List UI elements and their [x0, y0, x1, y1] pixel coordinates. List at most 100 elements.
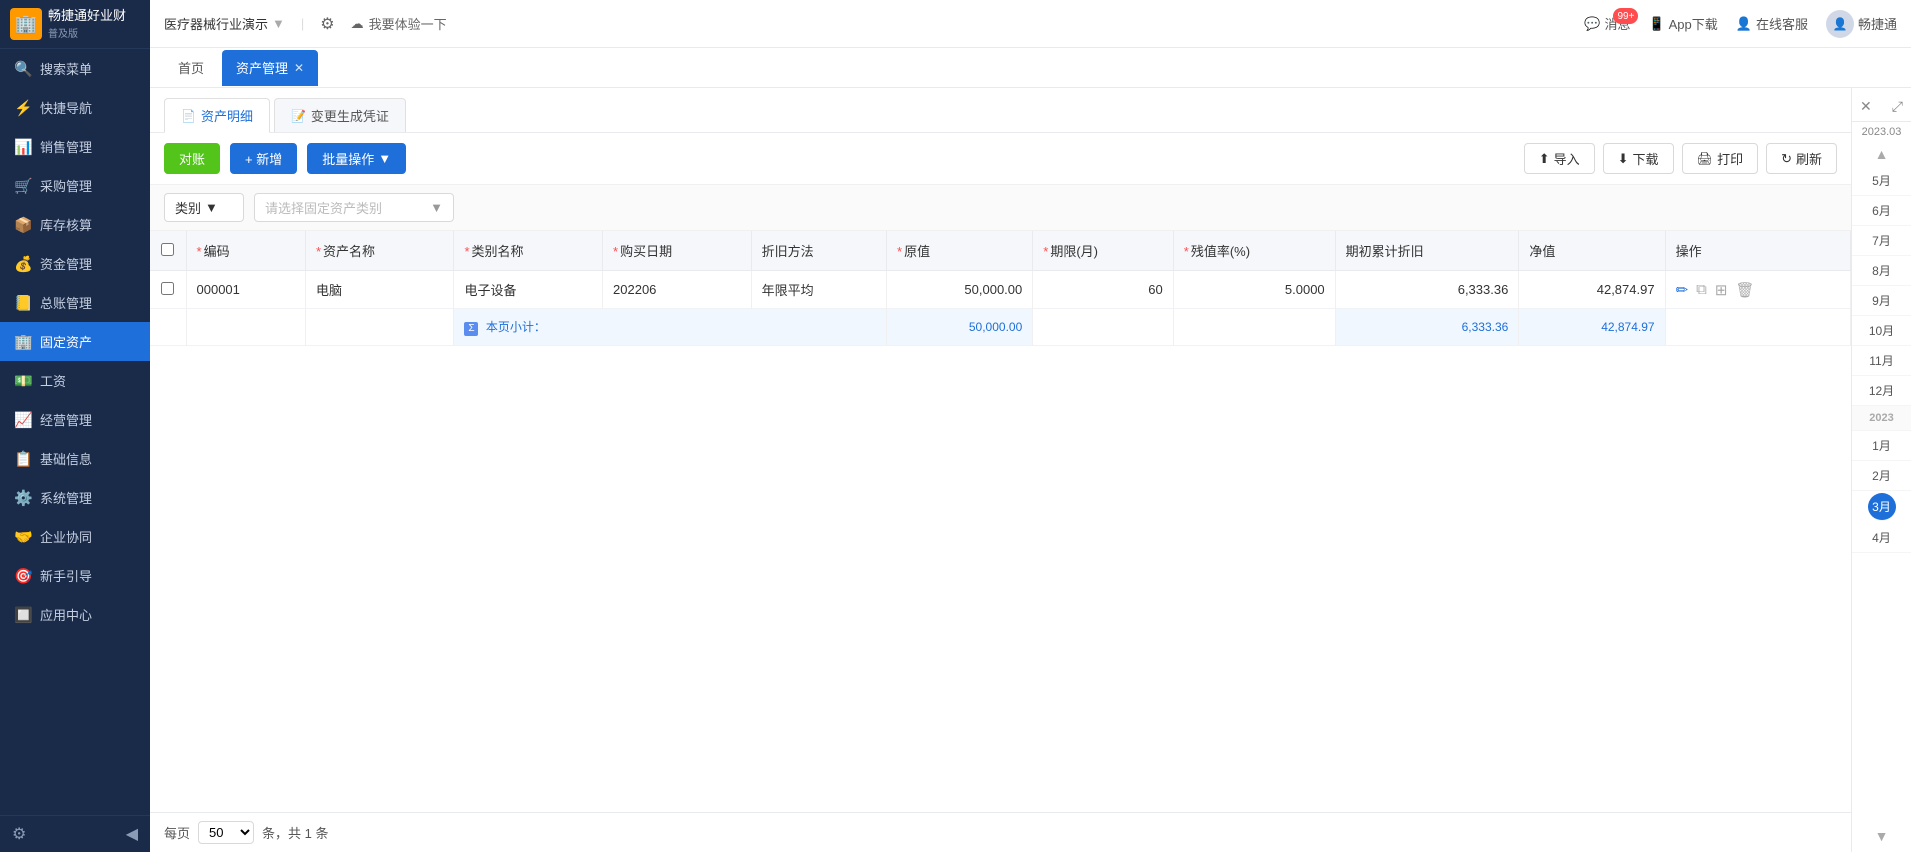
sales-icon: 📊: [14, 138, 32, 156]
page-size-select[interactable]: 50 10 20 100: [198, 821, 254, 844]
sidebar-item-capital[interactable]: 💰 资金管理: [0, 244, 150, 283]
sidebar-item-inventory[interactable]: 📦 库存核算: [0, 205, 150, 244]
delete-icon[interactable]: 🗑: [1735, 281, 1754, 299]
sidebar-item-sales[interactable]: 📊 销售管理: [0, 127, 150, 166]
header-residual-rate: *残值率(%): [1173, 231, 1335, 271]
reconcile-button[interactable]: 对账: [164, 143, 220, 174]
tab-asset-management[interactable]: 资产管理 ✕: [222, 50, 318, 86]
refresh-button[interactable]: ↻ 刷新: [1766, 143, 1837, 174]
month-12[interactable]: 12月: [1852, 376, 1911, 406]
category-label-selector[interactable]: 类别 ▼: [164, 193, 244, 222]
month-1[interactable]: 1月: [1852, 431, 1911, 461]
change-voucher-icon: 📝: [291, 109, 306, 123]
sidebar-logo: 🏢 畅捷通好业财 普及版: [0, 0, 150, 49]
nav-down-icon[interactable]: ▼: [1875, 828, 1889, 844]
sub-tab-asset-detail[interactable]: 📄 资产明细: [164, 98, 270, 133]
settings-button[interactable]: ⚙: [12, 824, 26, 844]
tab-home[interactable]: 首页: [164, 50, 218, 86]
edit-icon[interactable]: ✏: [1676, 281, 1689, 299]
header-purchase-date: *购买日期: [603, 231, 752, 271]
month-4[interactable]: 4月: [1852, 523, 1911, 553]
category-value-selector[interactable]: 请选择固定资产类别 ▼: [254, 193, 454, 222]
import-button[interactable]: ⬆ 导入: [1524, 143, 1595, 174]
app-download-button[interactable]: 📱 App下载: [1648, 14, 1717, 33]
sidebar-item-operations[interactable]: 📈 经营管理: [0, 400, 150, 439]
cell-residual-rate: 5.0000: [1173, 271, 1335, 309]
month-3-current[interactable]: 3月: [1868, 493, 1896, 521]
header-period: *期限(月): [1033, 231, 1173, 271]
subtotal-label-cell: Σ 本页小计：: [454, 309, 887, 346]
year-2023-marker: 2023: [1852, 406, 1911, 431]
table-container[interactable]: *编码 *资产名称 *类别名称 *购买日期 折旧方法 *原值 *期限(月) *残…: [150, 231, 1851, 812]
sidebar-item-quick-nav[interactable]: ⚡ 快捷导航: [0, 88, 150, 127]
category-label-dropdown-icon: ▼: [205, 200, 218, 215]
company-selector[interactable]: 医疗器械行业演示 ▼: [164, 14, 285, 33]
right-panel-nav-bottom: ▼: [1875, 824, 1889, 848]
logo-icon: 🏢: [10, 8, 42, 40]
subtotal-row: Σ 本页小计： 50,000.00 6,333.36 42,874.97: [150, 309, 1851, 346]
topbar: 医疗器械行业演示 ▼ | ⚙ ☁ 我要体验一下 💬 消息 99+ 📱 App下载…: [150, 0, 1911, 48]
online-service-button[interactable]: 👤 在线客服: [1736, 14, 1808, 33]
user-menu[interactable]: 👤 畅捷通: [1826, 10, 1897, 38]
sidebar-item-enterprise[interactable]: 🤝 企业协同: [0, 517, 150, 556]
right-panel-close-button[interactable]: ✕: [1860, 98, 1872, 115]
experience-button[interactable]: ☁ 我要体验一下: [351, 14, 447, 33]
copy-icon[interactable]: ⧉: [1696, 281, 1707, 298]
payroll-icon: 💵: [14, 372, 32, 390]
right-panel-expand-button[interactable]: ⤢: [1892, 98, 1903, 115]
new-button[interactable]: + 新增: [230, 143, 297, 174]
toolbar-right: ⬆ 导入 ⬇ 下载 🖨 打印 ↻ 刷新: [1524, 143, 1837, 174]
message-button[interactable]: 💬 消息 99+: [1584, 14, 1630, 33]
header-name: *资产名称: [305, 231, 454, 271]
import-icon: ⬆: [1539, 151, 1550, 167]
month-10[interactable]: 10月: [1852, 316, 1911, 346]
download-button[interactable]: ⬇ 下载: [1603, 143, 1674, 174]
company-settings-icon[interactable]: ⚙: [320, 14, 334, 34]
row-checkbox-cell: [150, 271, 186, 309]
sidebar-item-payroll[interactable]: 💵 工资: [0, 361, 150, 400]
sidebar-item-system[interactable]: ⚙️ 系统管理: [0, 478, 150, 517]
row-checkbox[interactable]: [161, 282, 174, 295]
sidebar: 🏢 畅捷通好业财 普及版 🔍 搜索菜单 ⚡ 快捷导航 📊 销售管理 🛒 采购管理…: [0, 0, 150, 852]
print-button[interactable]: 🖨 打印: [1682, 143, 1759, 174]
header-category: *类别名称: [454, 231, 603, 271]
message-badge: 99+: [1613, 8, 1638, 24]
month-6[interactable]: 6月: [1852, 196, 1911, 226]
company-dropdown-icon: ▼: [272, 16, 285, 31]
batch-ops-dropdown-icon: ▼: [378, 151, 391, 166]
right-panel-header: ✕ ⤢: [1852, 92, 1911, 122]
month-9[interactable]: 9月: [1852, 286, 1911, 316]
header-original-value: *原值: [887, 231, 1033, 271]
collapse-button[interactable]: ◀: [126, 824, 138, 844]
header-code: *编码: [186, 231, 305, 271]
sub-tabs: 📄 资产明细 📝 变更生成凭证: [150, 88, 1851, 133]
sub-tab-change-voucher[interactable]: 📝 变更生成凭证: [274, 98, 406, 132]
month-11[interactable]: 11月: [1852, 346, 1911, 376]
sidebar-item-ledger[interactable]: 📒 总账管理: [0, 283, 150, 322]
cell-purchase-date: 202206: [603, 271, 752, 309]
cell-category: 电子设备: [454, 271, 603, 309]
search-icon: 🔍: [14, 60, 32, 78]
header-accumulated-depreciation: 期初累计折旧: [1335, 231, 1519, 271]
batch-ops-button[interactable]: 批量操作 ▼: [307, 143, 406, 174]
month-2[interactable]: 2月: [1852, 461, 1911, 491]
asset-detail-icon: 📄: [181, 109, 196, 123]
print-icon: 🖨: [1697, 151, 1714, 167]
ledger-icon: 📒: [14, 294, 32, 312]
sidebar-item-search[interactable]: 🔍 搜索菜单: [0, 49, 150, 88]
month-8[interactable]: 8月: [1852, 256, 1911, 286]
sidebar-item-purchase[interactable]: 🛒 采购管理: [0, 166, 150, 205]
right-panel: ✕ ⤢ 2023.03 ▲ 5月 6月 7月 8月 9月 10月 11月 12月…: [1851, 88, 1911, 852]
experience-icon: ☁: [351, 16, 364, 32]
select-all-checkbox[interactable]: [161, 243, 174, 256]
sidebar-item-fixed-assets[interactable]: 🏢 固定资产: [0, 322, 150, 361]
more-icon[interactable]: ⊞: [1715, 281, 1728, 299]
sidebar-item-guide[interactable]: 🎯 新手引导: [0, 556, 150, 595]
tab-close-icon[interactable]: ✕: [294, 61, 304, 75]
nav-up-icon[interactable]: ▲: [1875, 146, 1889, 162]
sidebar-item-basic-info[interactable]: 📋 基础信息: [0, 439, 150, 478]
month-7[interactable]: 7月: [1852, 226, 1911, 256]
sidebar-item-app-center[interactable]: 🔲 应用中心: [0, 595, 150, 634]
app-edition: 普及版: [48, 25, 126, 40]
month-5[interactable]: 5月: [1852, 166, 1911, 196]
